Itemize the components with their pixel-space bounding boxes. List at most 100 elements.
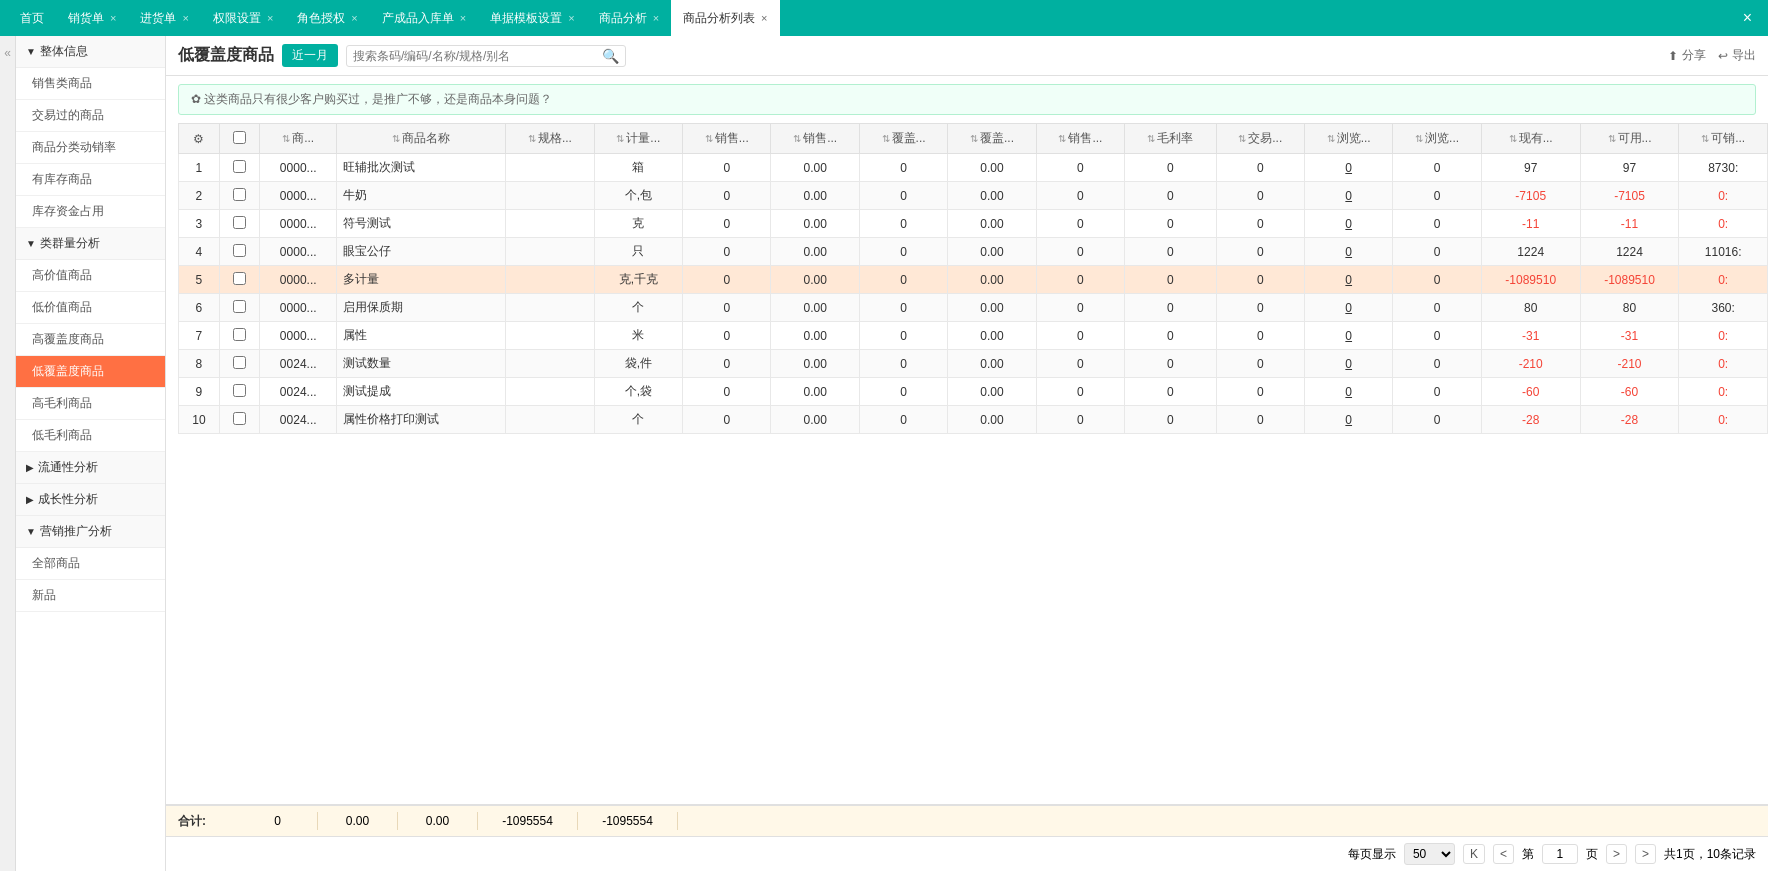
page-input[interactable] bbox=[1542, 844, 1578, 864]
sidebar-item-low-value[interactable]: 低价值商品 bbox=[16, 292, 165, 324]
close-icon[interactable]: × bbox=[568, 12, 574, 24]
export-button[interactable]: ↩ 导出 bbox=[1718, 47, 1756, 64]
nav-tab-role[interactable]: 角色授权 × bbox=[285, 0, 369, 36]
col-checkbox[interactable] bbox=[219, 124, 259, 154]
row-checkbox[interactable] bbox=[219, 266, 259, 294]
row-gross-rate: 0 bbox=[1125, 154, 1216, 182]
col-sale-amt[interactable]: ⇅销售... bbox=[771, 124, 859, 154]
sidebar-item-all-goods[interactable]: 全部商品 bbox=[16, 548, 165, 580]
sidebar-item-sales-goods[interactable]: 销售类商品 bbox=[16, 68, 165, 100]
col-view1[interactable]: ⇅浏览... bbox=[1305, 124, 1393, 154]
row-view1-link[interactable]: 0 bbox=[1305, 266, 1393, 294]
sidebar-item-high-value[interactable]: 高价值商品 bbox=[16, 260, 165, 292]
nav-tab-sales[interactable]: 销货单 × bbox=[56, 0, 128, 36]
sidebar-item-stock-capital[interactable]: 库存资金占用 bbox=[16, 196, 165, 228]
col-unit[interactable]: ⇅计量... bbox=[594, 124, 682, 154]
row-view1-link[interactable]: 0 bbox=[1305, 322, 1393, 350]
close-icon[interactable]: × bbox=[267, 12, 273, 24]
close-all-button[interactable]: × bbox=[1735, 9, 1760, 27]
col-sale2[interactable]: ⇅销售... bbox=[1036, 124, 1124, 154]
sidebar-section-flow[interactable]: ▶ 流通性分析 bbox=[16, 452, 165, 484]
row-unit: 个,袋 bbox=[594, 378, 682, 406]
share-icon: ⬆ bbox=[1668, 49, 1678, 63]
row-cover1: 0 bbox=[859, 210, 947, 238]
row-checkbox[interactable] bbox=[219, 154, 259, 182]
search-box: 🔍 bbox=[346, 45, 626, 67]
col-sale-qty[interactable]: ⇅销售... bbox=[683, 124, 771, 154]
row-view1-link[interactable]: 0 bbox=[1305, 238, 1393, 266]
row-checkbox[interactable] bbox=[219, 378, 259, 406]
search-icon[interactable]: 🔍 bbox=[602, 48, 619, 64]
nav-tab-analysis[interactable]: 商品分析 × bbox=[587, 0, 671, 36]
share-button[interactable]: ⬆ 分享 bbox=[1668, 47, 1706, 64]
settings-icon[interactable]: ⚙ bbox=[193, 132, 204, 146]
row-checkbox[interactable] bbox=[219, 294, 259, 322]
row-checkbox[interactable] bbox=[219, 210, 259, 238]
info-banner: ✿ 这类商品只有很少客户购买过，是推广不够，还是商品本身问题？ bbox=[178, 84, 1756, 115]
first-page-button[interactable]: K bbox=[1463, 844, 1485, 864]
sidebar-item-high-margin[interactable]: 高毛利商品 bbox=[16, 388, 165, 420]
nav-tab-product-in[interactable]: 产成品入库单 × bbox=[370, 0, 478, 36]
nav-tab-purchase[interactable]: 进货单 × bbox=[128, 0, 200, 36]
nav-tab-analysis-list[interactable]: 商品分析列表 × bbox=[671, 0, 779, 36]
row-view1-link[interactable]: 0 bbox=[1305, 378, 1393, 406]
sidebar-item-traded-goods[interactable]: 交易过的商品 bbox=[16, 100, 165, 132]
row-view1-link[interactable]: 0 bbox=[1305, 406, 1393, 434]
row-name: 牛奶 bbox=[337, 182, 506, 210]
nav-tab-template[interactable]: 单据模板设置 × bbox=[478, 0, 586, 36]
page-size-select[interactable]: 50 100 200 bbox=[1404, 843, 1455, 865]
col-cover2[interactable]: ⇅覆盖... bbox=[948, 124, 1036, 154]
row-available: 1224 bbox=[1580, 238, 1679, 266]
close-icon[interactable]: × bbox=[351, 12, 357, 24]
close-icon[interactable]: × bbox=[460, 12, 466, 24]
col-cover1[interactable]: ⇅覆盖... bbox=[859, 124, 947, 154]
sidebar-item-low-coverage[interactable]: 低覆盖度商品 bbox=[16, 356, 165, 388]
sidebar-section-cluster[interactable]: ▼ 类群量分析 bbox=[16, 228, 165, 260]
sidebar-item-high-coverage[interactable]: 高覆盖度商品 bbox=[16, 324, 165, 356]
sidebar-item-in-stock[interactable]: 有库存商品 bbox=[16, 164, 165, 196]
sidebar-item-low-margin[interactable]: 低毛利商品 bbox=[16, 420, 165, 452]
row-checkbox[interactable] bbox=[219, 182, 259, 210]
sidebar: ▼ 整体信息 销售类商品 交易过的商品 商品分类动销率 有库存商品 库存资金占用… bbox=[16, 36, 166, 871]
nav-tab-permissions[interactable]: 权限设置 × bbox=[201, 0, 285, 36]
row-checkbox[interactable] bbox=[219, 238, 259, 266]
close-icon[interactable]: × bbox=[761, 12, 767, 24]
col-spec[interactable]: ⇅规格... bbox=[506, 124, 594, 154]
sidebar-toggle[interactable]: « bbox=[0, 36, 16, 871]
row-checkbox[interactable] bbox=[219, 406, 259, 434]
row-sale-amt: 0.00 bbox=[771, 406, 859, 434]
row-view1-link[interactable]: 0 bbox=[1305, 182, 1393, 210]
row-view1-link[interactable]: 0 bbox=[1305, 210, 1393, 238]
sidebar-item-new-goods[interactable]: 新品 bbox=[16, 580, 165, 612]
col-settings[interactable]: ⚙ bbox=[179, 124, 220, 154]
close-icon[interactable]: × bbox=[182, 12, 188, 24]
select-all-checkbox[interactable] bbox=[233, 131, 246, 144]
close-icon[interactable]: × bbox=[110, 12, 116, 24]
col-sellable[interactable]: ⇅可销... bbox=[1679, 124, 1768, 154]
row-checkbox[interactable] bbox=[219, 350, 259, 378]
col-code[interactable]: ⇅商... bbox=[260, 124, 337, 154]
sidebar-section-overall[interactable]: ▼ 整体信息 bbox=[16, 36, 165, 68]
sidebar-section-growth[interactable]: ▶ 成长性分析 bbox=[16, 484, 165, 516]
nav-tab-home[interactable]: 首页 bbox=[8, 0, 56, 36]
row-view1-link[interactable]: 0 bbox=[1305, 154, 1393, 182]
row-view1-link[interactable]: 0 bbox=[1305, 350, 1393, 378]
next-page-button[interactable]: > bbox=[1606, 844, 1627, 864]
col-available[interactable]: ⇅可用... bbox=[1580, 124, 1679, 154]
col-current[interactable]: ⇅现有... bbox=[1481, 124, 1580, 154]
row-sale-amt: 0.00 bbox=[771, 266, 859, 294]
col-name[interactable]: ⇅商品名称 bbox=[337, 124, 506, 154]
close-icon[interactable]: × bbox=[653, 12, 659, 24]
col-trade[interactable]: ⇅交易... bbox=[1216, 124, 1304, 154]
sidebar-section-marketing[interactable]: ▼ 营销推广分析 bbox=[16, 516, 165, 548]
row-spec bbox=[506, 294, 594, 322]
sidebar-item-category-rate[interactable]: 商品分类动销率 bbox=[16, 132, 165, 164]
last-page-button[interactable]: > bbox=[1635, 844, 1656, 864]
row-checkbox[interactable] bbox=[219, 322, 259, 350]
search-input[interactable] bbox=[353, 49, 602, 63]
prev-page-button[interactable]: < bbox=[1493, 844, 1514, 864]
period-button[interactable]: 近一月 bbox=[282, 44, 338, 67]
col-view2[interactable]: ⇅浏览... bbox=[1393, 124, 1481, 154]
row-view1-link[interactable]: 0 bbox=[1305, 294, 1393, 322]
col-gross-rate[interactable]: ⇅毛利率 bbox=[1125, 124, 1216, 154]
